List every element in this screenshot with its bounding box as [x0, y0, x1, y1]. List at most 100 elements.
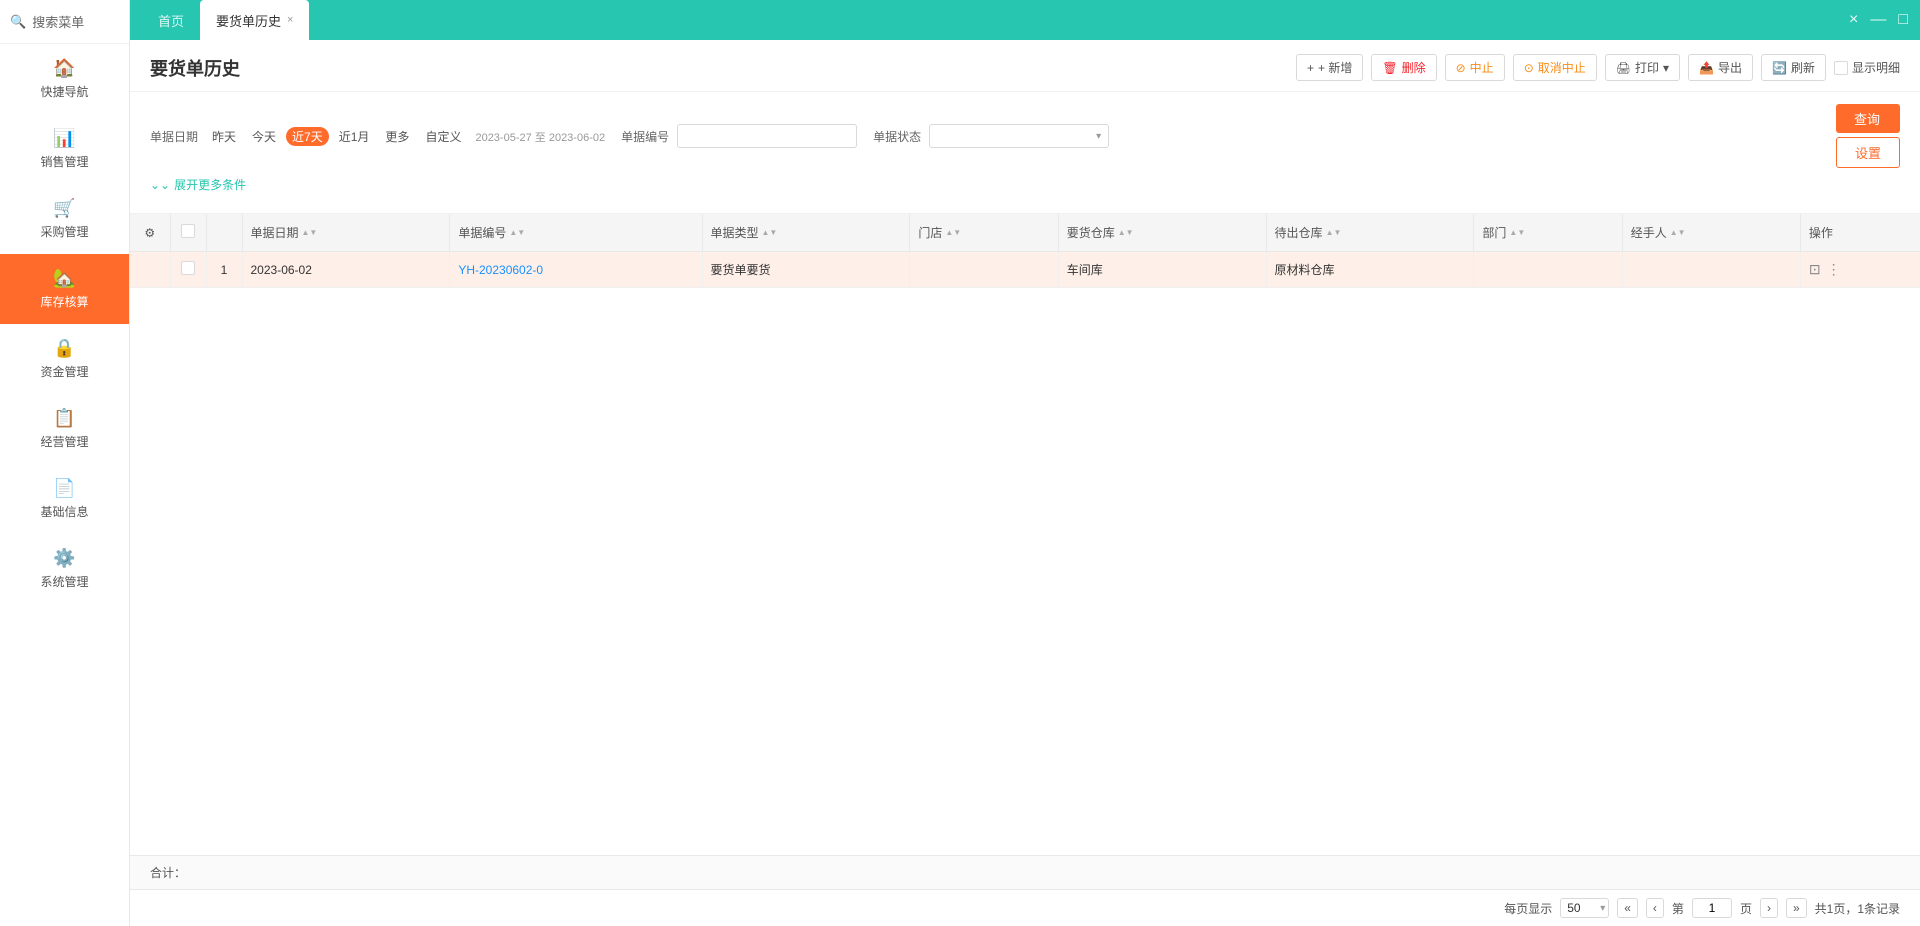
- cell-checkbox[interactable]: [170, 252, 206, 288]
- chart-icon: 📊: [53, 128, 75, 149]
- filter-row-1: 单据日期 昨天 今天 近7天 近1月 更多 自定义 2023-05-27 至 2…: [150, 104, 1900, 168]
- more-action-icon[interactable]: ⋮: [1827, 261, 1841, 278]
- topbar-minimize-btn[interactable]: —: [1870, 11, 1886, 29]
- tab-requisition-history[interactable]: 要货单历史 ×: [200, 0, 309, 40]
- per-page-select[interactable]: 10 20 50 100: [1560, 898, 1609, 918]
- home-icon: 🏠: [53, 58, 75, 79]
- new-button[interactable]: + + 新增: [1296, 54, 1363, 81]
- topbar-actions: × — □: [1849, 11, 1908, 29]
- export-button[interactable]: 📤 导出: [1688, 54, 1753, 81]
- table-area: ⚙ 单据日期 ▲▼ 单据编号: [130, 214, 1920, 855]
- th-store[interactable]: 门店 ▲▼: [910, 214, 1058, 252]
- cell-department: [1474, 252, 1622, 288]
- th-department[interactable]: 部门 ▲▼: [1474, 214, 1622, 252]
- total-info: 共1页，1条记录: [1815, 900, 1900, 917]
- main-container: 首页 要货单历史 × × — □ 要货单历史 + + 新增 🗑 删除: [130, 0, 1920, 926]
- sidebar-item-finance[interactable]: 🔒 资金管理: [0, 324, 129, 394]
- doc-status-select[interactable]: [929, 124, 1109, 148]
- next-page-btn[interactable]: ›: [1760, 898, 1778, 918]
- sidebar-search-label: 搜索菜单: [32, 12, 84, 31]
- data-table: ⚙ 单据日期 ▲▼ 单据编号: [130, 214, 1920, 288]
- date-yesterday[interactable]: 昨天: [206, 127, 242, 146]
- stop-button[interactable]: ⊘ 中止: [1445, 54, 1505, 81]
- sidebar-item-label: 资金管理: [40, 363, 88, 380]
- warehouse-icon: 🏡: [53, 268, 75, 289]
- tab-close-icon[interactable]: ×: [287, 14, 293, 26]
- search-icon: 🔍: [10, 14, 26, 30]
- query-button[interactable]: 查询: [1836, 104, 1900, 133]
- first-page-btn[interactable]: «: [1617, 898, 1638, 918]
- page-input[interactable]: [1692, 898, 1732, 918]
- topbar-close-btn[interactable]: ×: [1849, 11, 1858, 29]
- sort-arrows-pendwh: ▲▼: [1326, 229, 1342, 237]
- tab-home-label: 首页: [158, 11, 184, 30]
- date-today[interactable]: 今天: [246, 127, 282, 146]
- sort-arrows-doctype: ▲▼: [762, 229, 778, 237]
- sidebar-item-label: 库存核算: [40, 293, 88, 310]
- sidebar-item-sales[interactable]: 📊 销售管理: [0, 114, 129, 184]
- date-last1month[interactable]: 近1月: [333, 127, 376, 146]
- sidebar-item-label: 快捷导航: [40, 83, 88, 100]
- date-custom[interactable]: 自定义: [419, 127, 467, 146]
- document-icon: 📄: [53, 478, 75, 499]
- settings-button[interactable]: 设置: [1836, 137, 1900, 168]
- row-checkbox[interactable]: [181, 261, 195, 275]
- expand-icon: ⌄⌄: [150, 178, 170, 192]
- select-all-checkbox[interactable]: [181, 224, 195, 238]
- print-icon: 🖨: [1616, 61, 1631, 75]
- prev-page-btn[interactable]: ‹: [1646, 898, 1664, 918]
- tab-home[interactable]: 首页: [142, 0, 200, 40]
- delete-button[interactable]: 🗑 删除: [1371, 54, 1436, 81]
- th-handler[interactable]: 经手人 ▲▼: [1622, 214, 1800, 252]
- last-page-btn[interactable]: »: [1786, 898, 1807, 918]
- cell-actions: ⊡ ⋮: [1800, 252, 1920, 288]
- th-doc-type[interactable]: 单据类型 ▲▼: [702, 214, 910, 252]
- date-filter-group: 单据日期 昨天 今天 近7天 近1月 更多 自定义 2023-05-27 至 2…: [150, 127, 605, 146]
- view-action-icon[interactable]: ⊡: [1809, 261, 1821, 278]
- page-content: 要货单历史 + + 新增 🗑 删除 ⊘ 中止 ⊙ 取消中止: [130, 40, 1920, 926]
- page-label: 第: [1672, 900, 1684, 917]
- export-icon: 📤: [1699, 61, 1714, 75]
- display-detail-checkbox: [1834, 61, 1848, 75]
- tab-requisition-label: 要货单历史: [216, 11, 281, 30]
- doc-number-input[interactable]: [677, 124, 857, 148]
- th-settings[interactable]: ⚙: [130, 214, 170, 252]
- cell-date: 2023-06-02: [242, 252, 450, 288]
- gear-icon: ⚙️: [53, 548, 75, 569]
- th-date[interactable]: 单据日期 ▲▼: [242, 214, 450, 252]
- sidebar-item-system[interactable]: ⚙️ 系统管理: [0, 534, 129, 604]
- doc-status-filter-group: 单据状态 ▾: [873, 124, 1109, 148]
- th-pending-warehouse[interactable]: 待出仓库 ▲▼: [1266, 214, 1474, 252]
- display-detail-toggle[interactable]: 显示明细: [1834, 59, 1900, 76]
- refresh-button[interactable]: 🔄 刷新: [1761, 54, 1826, 81]
- plus-icon: +: [1307, 61, 1314, 75]
- sort-arrows-reqwh: ▲▼: [1118, 229, 1134, 237]
- th-req-warehouse[interactable]: 要货仓库 ▲▼: [1058, 214, 1266, 252]
- sort-arrows-store: ▲▼: [945, 229, 961, 237]
- date-more[interactable]: 更多: [379, 127, 415, 146]
- sidebar-item-basic[interactable]: 📄 基础信息: [0, 464, 129, 534]
- sidebar-item-quick-nav[interactable]: 🏠 快捷导航: [0, 44, 129, 114]
- sidebar-item-operations[interactable]: 📋 经营管理: [0, 394, 129, 464]
- doc-status-label: 单据状态: [873, 128, 921, 145]
- delete-icon: 🗑: [1382, 61, 1397, 75]
- th-doc-number[interactable]: 单据编号 ▲▼: [450, 214, 702, 252]
- page-title: 要货单历史: [150, 55, 240, 81]
- sidebar-item-label: 基础信息: [40, 503, 88, 520]
- table-body: 1 2023-06-02 YH-20230602-0 要货单要货 车间库 原材料…: [130, 252, 1920, 288]
- cancel-stop-icon: ⊙: [1524, 61, 1534, 75]
- date-filter-label: 单据日期: [150, 128, 198, 145]
- expand-more-btn[interactable]: ⌄⌄ 展开更多条件: [150, 176, 246, 193]
- th-checkbox[interactable]: [170, 214, 206, 252]
- print-button[interactable]: 🖨 打印 ▾: [1605, 54, 1680, 81]
- sidebar-search[interactable]: 🔍 搜索菜单: [0, 0, 129, 44]
- topbar-maximize-btn[interactable]: □: [1898, 11, 1908, 29]
- date-last7days[interactable]: 近7天: [286, 127, 329, 146]
- cancel-stop-button[interactable]: ⊙ 取消中止: [1513, 54, 1597, 81]
- doc-number-link[interactable]: YH-20230602-0: [458, 263, 543, 277]
- sidebar-item-inventory[interactable]: 🏡 库存核算: [0, 254, 129, 324]
- table-header: ⚙ 单据日期 ▲▼ 单据编号: [130, 214, 1920, 252]
- table-row[interactable]: 1 2023-06-02 YH-20230602-0 要货单要货 车间库 原材料…: [130, 252, 1920, 288]
- sidebar-item-purchase[interactable]: 🛒 采购管理: [0, 184, 129, 254]
- dropdown-arrow-icon: ▾: [1663, 61, 1669, 75]
